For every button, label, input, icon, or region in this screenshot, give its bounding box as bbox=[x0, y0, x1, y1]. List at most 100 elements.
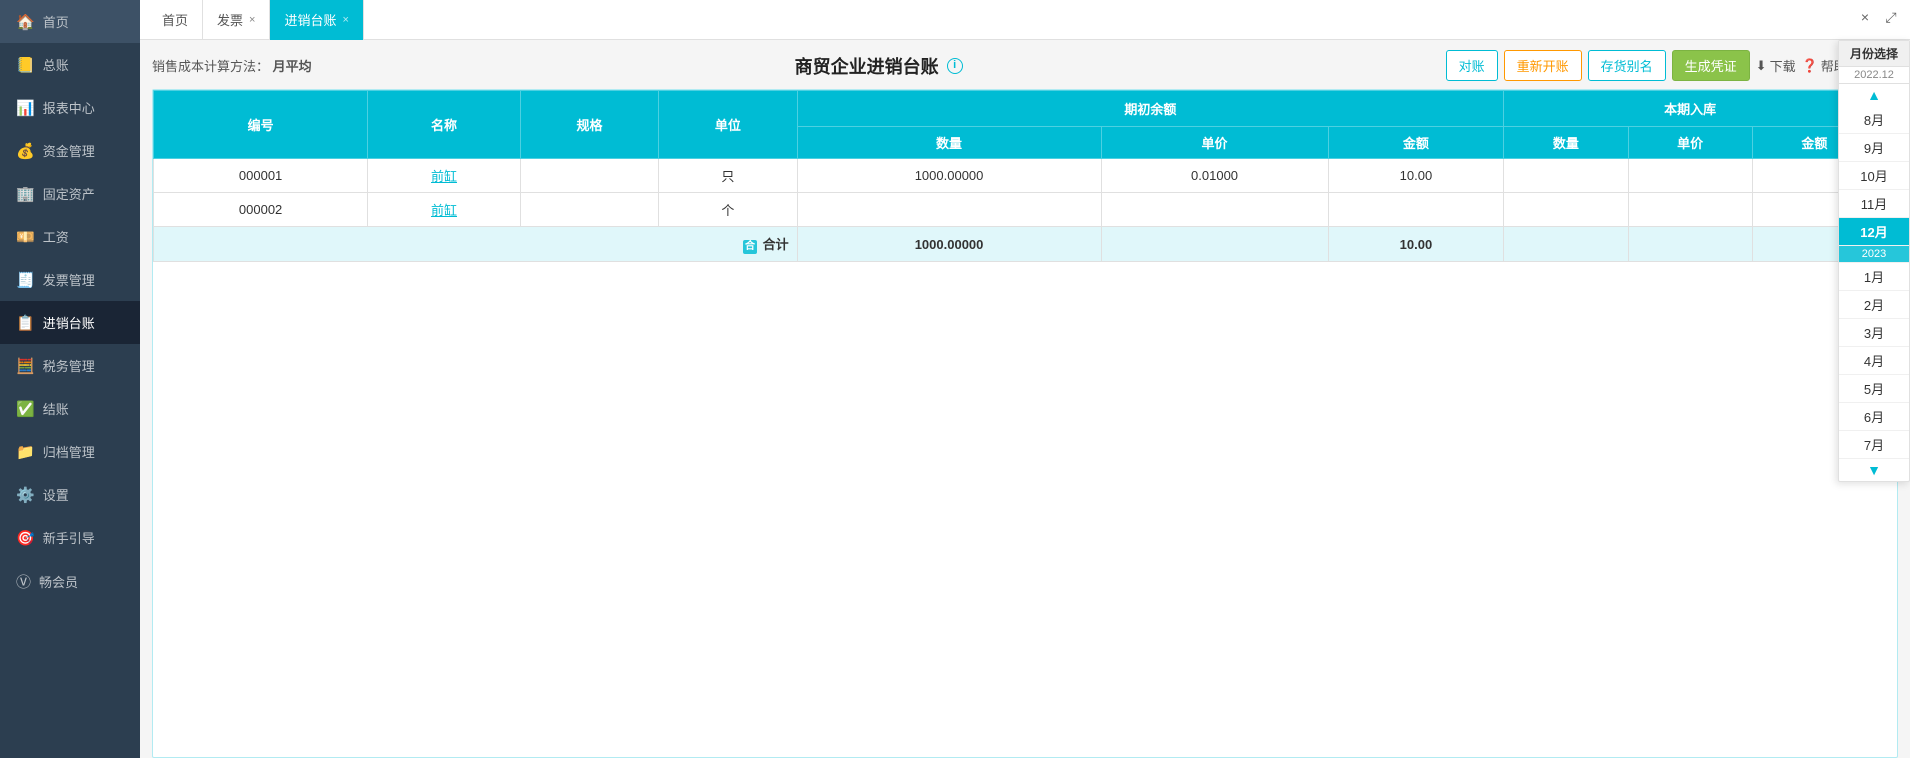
sidebar-item-purchase-sales[interactable]: 📋 进销台账 bbox=[0, 301, 140, 344]
col-header-ci-qty: 数量 bbox=[1504, 127, 1628, 159]
total-ps-amount: 10.00 bbox=[1328, 227, 1504, 262]
cell-unit: 只 bbox=[659, 159, 797, 193]
sidebar-item-reports[interactable]: 📊 报表中心 bbox=[0, 86, 140, 129]
cell-ps-amount bbox=[1328, 193, 1504, 227]
assets-icon: 🏢 bbox=[16, 185, 35, 203]
page-info-icon[interactable]: i bbox=[947, 58, 963, 74]
window-controls: × ⤢ bbox=[1846, 0, 1910, 34]
sidebar-item-salary[interactable]: 💴 工资 bbox=[0, 215, 140, 258]
tab-purchase-sales-label: 进销台账 bbox=[284, 10, 336, 29]
col-header-code: 编号 bbox=[154, 91, 368, 159]
reconcile-button[interactable]: 对账 bbox=[1446, 50, 1498, 81]
sidebar-item-checkout[interactable]: ✅ 结账 bbox=[0, 387, 140, 430]
month-item-12[interactable]: 12月 bbox=[1839, 218, 1909, 246]
help-icon: ❓ bbox=[1802, 58, 1818, 74]
cell-ps-qty: 1000.00000 bbox=[797, 159, 1101, 193]
cell-ps-amount: 10.00 bbox=[1328, 159, 1504, 193]
tax-icon: 🧮 bbox=[16, 357, 35, 375]
sidebar-item-label: 税务管理 bbox=[43, 356, 95, 375]
table-row: 000001 前缸 只 1000.00000 0.01000 10.00 bbox=[154, 159, 1897, 193]
name-link[interactable]: 前缸 bbox=[431, 169, 457, 184]
save-alias-button[interactable]: 存货别名 bbox=[1588, 50, 1666, 81]
sidebar-item-label: 进销台账 bbox=[43, 313, 95, 332]
sidebar-item-funds[interactable]: 💰 资金管理 bbox=[0, 129, 140, 172]
month-item-9[interactable]: 9月 bbox=[1839, 134, 1909, 162]
col-header-ps-price: 单价 bbox=[1101, 127, 1328, 159]
sidebar-item-home[interactable]: 🏠 首页 bbox=[0, 0, 140, 43]
tabs-bar: 首页 发票 × 进销台账 × bbox=[140, 0, 1910, 40]
sidebar-item-label: 畅会员 bbox=[39, 572, 78, 591]
tab-purchase-sales[interactable]: 进销台账 × bbox=[270, 0, 363, 40]
funds-icon: 💰 bbox=[16, 142, 35, 160]
download-button[interactable]: ⬇ 下载 bbox=[1756, 56, 1796, 75]
cell-ci-price bbox=[1628, 159, 1752, 193]
sidebar-item-label: 资金管理 bbox=[43, 141, 95, 160]
sidebar-item-label: 首页 bbox=[43, 12, 69, 31]
tab-invoice-close[interactable]: × bbox=[249, 14, 255, 26]
cell-ci-qty bbox=[1504, 193, 1628, 227]
col-header-unit: 单位 bbox=[659, 91, 797, 159]
month-item-7[interactable]: 7月 bbox=[1839, 431, 1909, 459]
cell-unit: 个 bbox=[659, 193, 797, 227]
page-area: 销售成本计算方法： 月平均 商贸企业进销台账 i 对账 重新开账 存货别名 生成… bbox=[140, 40, 1910, 758]
month-item-8[interactable]: 8月 bbox=[1839, 106, 1909, 134]
total-ps-qty: 1000.00000 bbox=[797, 227, 1101, 262]
month-item-1[interactable]: 1月 bbox=[1839, 263, 1909, 291]
maximize-button[interactable]: ⤢ bbox=[1880, 6, 1902, 28]
name-link[interactable]: 前缸 bbox=[431, 203, 457, 218]
col-header-ps-amount: 金额 bbox=[1328, 127, 1504, 159]
tab-home[interactable]: 首页 bbox=[148, 0, 203, 40]
month-panel: 月份选择 2022.12 ▲ 8月 9月 10月 11月 12月 2023 1月… bbox=[1838, 40, 1910, 482]
sidebar-item-tax[interactable]: 🧮 税务管理 bbox=[0, 344, 140, 387]
sidebar-item-assets[interactable]: 🏢 固定资产 bbox=[0, 172, 140, 215]
sidebar-item-archive[interactable]: 📁 归档管理 bbox=[0, 430, 140, 473]
month-nav-down[interactable]: ▼ bbox=[1839, 459, 1909, 481]
sidebar-item-invoice-mgmt[interactable]: 🧾 发票管理 bbox=[0, 258, 140, 301]
sidebar-item-label: 新手引导 bbox=[43, 528, 95, 547]
cell-ps-price bbox=[1101, 193, 1328, 227]
toolbar-row: 销售成本计算方法： 月平均 商贸企业进销台账 i 对账 重新开账 存货别名 生成… bbox=[152, 50, 1898, 81]
col-header-ci-price: 单价 bbox=[1628, 127, 1752, 159]
sidebar-item-label: 工资 bbox=[43, 227, 69, 246]
cell-code: 000002 bbox=[154, 193, 368, 227]
tab-invoice[interactable]: 发票 × bbox=[203, 0, 270, 40]
col-header-spec: 规格 bbox=[520, 91, 658, 159]
reopen-button[interactable]: 重新开账 bbox=[1504, 50, 1582, 81]
vip-icon: Ⓥ bbox=[16, 571, 31, 592]
home-icon: 🏠 bbox=[16, 13, 35, 31]
generate-voucher-button[interactable]: 生成凭证 bbox=[1672, 50, 1750, 81]
month-item-3[interactable]: 3月 bbox=[1839, 319, 1909, 347]
archive-icon: 📁 bbox=[16, 443, 35, 461]
month-item-2[interactable]: 2月 bbox=[1839, 291, 1909, 319]
month-panel-year-2022: 2022.12 bbox=[1839, 67, 1909, 84]
settings-icon: ⚙️ bbox=[16, 486, 35, 504]
cell-ci-price bbox=[1628, 193, 1752, 227]
month-item-5[interactable]: 5月 bbox=[1839, 375, 1909, 403]
total-ps-price bbox=[1101, 227, 1328, 262]
month-item-6[interactable]: 6月 bbox=[1839, 403, 1909, 431]
month-nav-up[interactable]: ▲ bbox=[1839, 84, 1909, 106]
sidebar-item-settings[interactable]: ⚙️ 设置 bbox=[0, 473, 140, 516]
tab-purchase-sales-close[interactable]: × bbox=[342, 14, 348, 26]
month-item-10[interactable]: 10月 bbox=[1839, 162, 1909, 190]
total-ci-qty bbox=[1504, 227, 1628, 262]
month-panel-title: 月份选择 bbox=[1839, 41, 1909, 67]
month-item-4[interactable]: 4月 bbox=[1839, 347, 1909, 375]
tab-invoice-label: 发票 bbox=[217, 10, 243, 29]
cell-name: 前缸 bbox=[368, 193, 521, 227]
sidebar-item-label: 设置 bbox=[43, 485, 69, 504]
sidebar-item-guide[interactable]: 🎯 新手引导 bbox=[0, 516, 140, 559]
table-row: 000002 前缸 个 bbox=[154, 193, 1897, 227]
main-content: × ⤢ 首页 发票 × 进销台账 × 销售成本计算方法： 月平均 商贸企业进销台… bbox=[140, 0, 1910, 758]
sidebar-item-ledger[interactable]: 📒 总账 bbox=[0, 43, 140, 86]
sidebar-item-label: 结账 bbox=[43, 399, 69, 418]
sidebar-item-vip[interactable]: Ⓥ 畅会员 bbox=[0, 559, 140, 604]
page-title: 商贸企业进销台账 bbox=[795, 53, 939, 79]
close-button[interactable]: × bbox=[1854, 6, 1876, 28]
checkout-icon: ✅ bbox=[16, 400, 35, 418]
month-item-11[interactable]: 11月 bbox=[1839, 190, 1909, 218]
table-container: 编号 名称 规格 单位 期初余额 本期入库 数量 单价 金额 数量 单价 bbox=[152, 89, 1898, 758]
purchase-sales-icon: 📋 bbox=[16, 314, 35, 332]
sidebar-item-label: 固定资产 bbox=[43, 184, 95, 203]
download-label: 下载 bbox=[1770, 56, 1796, 75]
